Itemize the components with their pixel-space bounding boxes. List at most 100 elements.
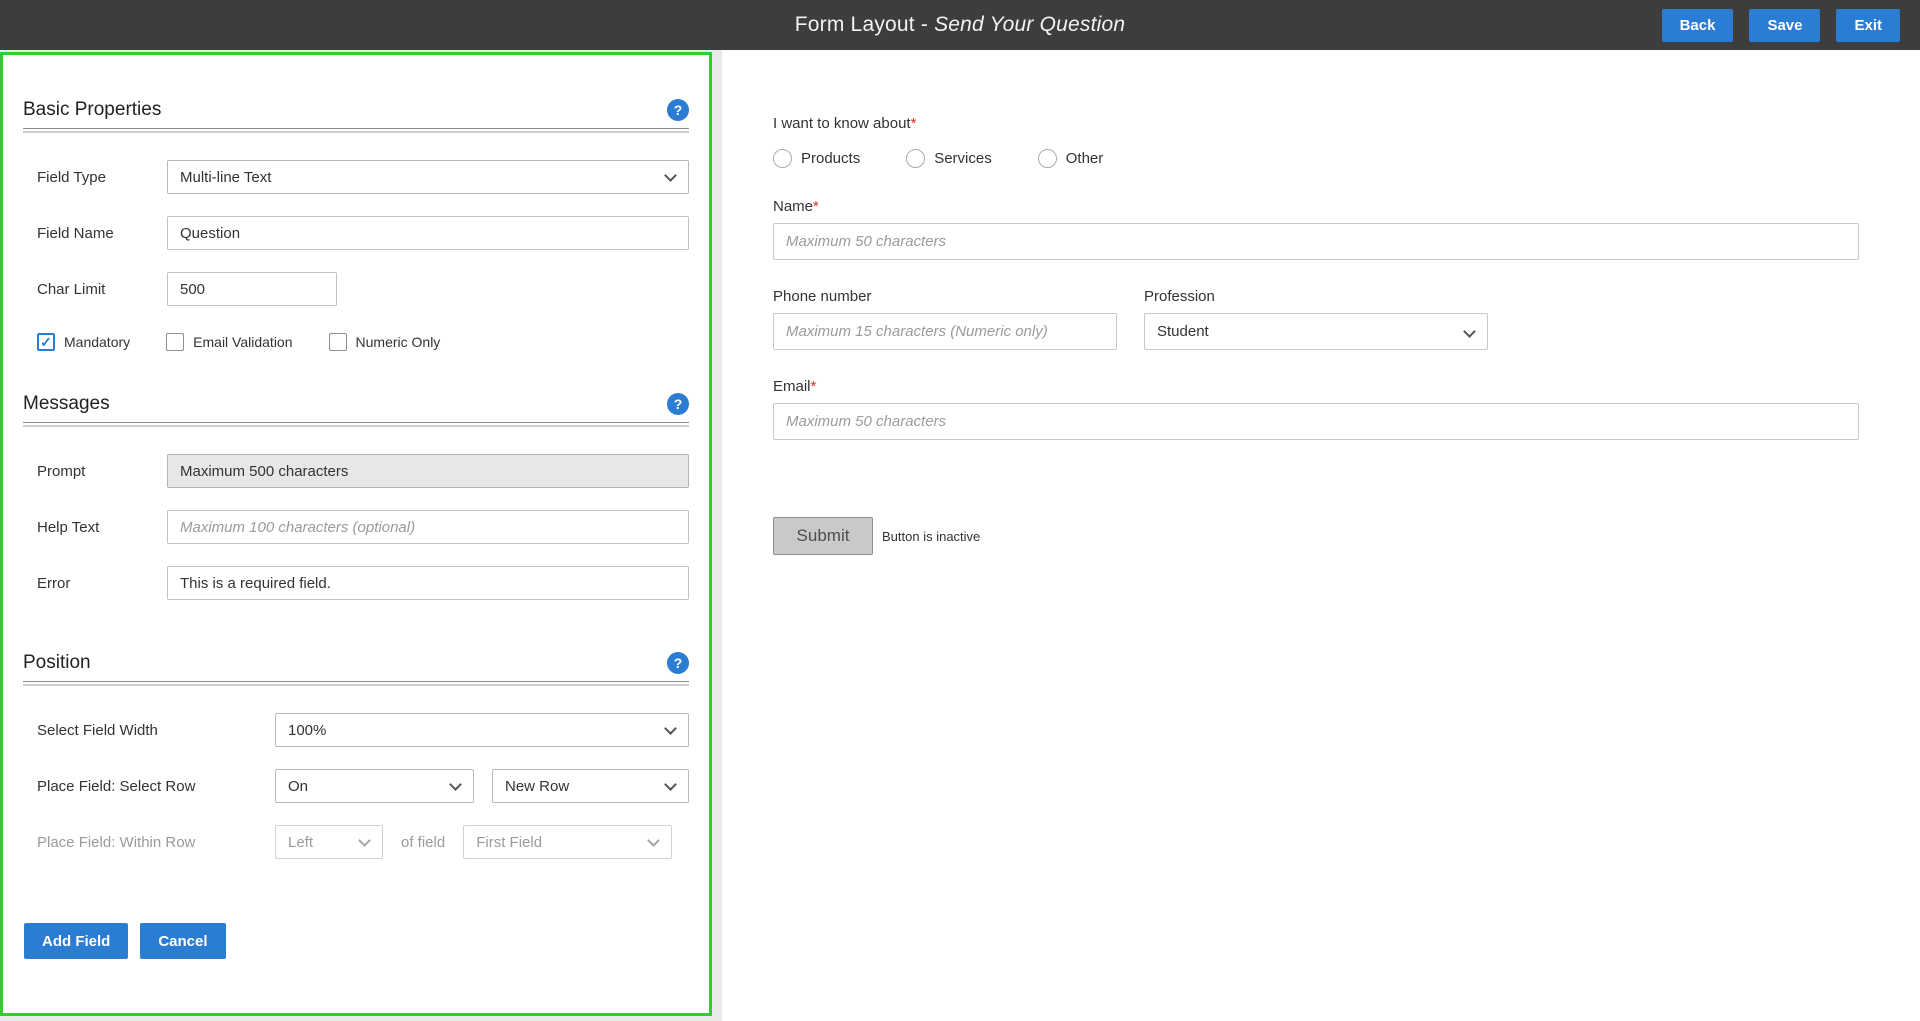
header-buttons: Back Save Exit: [1661, 8, 1920, 42]
profession-select[interactable]: Student: [1144, 313, 1488, 350]
form-preview-panel: I want to know about* Products Services …: [722, 50, 1920, 1021]
field-width-row: Select Field Width 100%: [37, 713, 689, 747]
email-label-text: Email: [773, 378, 811, 395]
help-text-input[interactable]: [167, 510, 689, 544]
select-row-mode-value: On: [288, 777, 309, 795]
field-type-label: Field Type: [37, 168, 106, 186]
chevron-down-icon: [647, 834, 661, 847]
within-row-label: Place Field: Within Row: [37, 833, 196, 851]
required-asterisk: *: [910, 115, 917, 132]
phone-input[interactable]: [773, 313, 1117, 350]
header-bar: Form Layout - Send Your Question Back Sa…: [0, 0, 1920, 50]
products-label: Products: [801, 150, 861, 167]
mandatory-checkbox[interactable]: ✓: [37, 333, 55, 351]
name-label-text: Name: [773, 198, 814, 215]
basic-properties-heading: Basic Properties: [23, 99, 162, 120]
within-row-side-select: Left: [275, 825, 383, 859]
select-row-target-select[interactable]: New Row: [492, 769, 689, 803]
error-label: Error: [37, 574, 71, 592]
position-section-header: Position ?: [23, 652, 689, 674]
prompt-row: Prompt: [37, 454, 689, 488]
back-button[interactable]: Back: [1661, 8, 1734, 42]
profession-label: Profession: [1144, 288, 1215, 305]
char-limit-input[interactable]: [167, 272, 337, 306]
phone-label: Phone number: [773, 288, 872, 305]
submit-inactive-note: Button is inactive: [882, 528, 981, 544]
cancel-button[interactable]: Cancel: [140, 923, 226, 959]
page-title: Form Layout - Send Your Question: [0, 13, 1920, 37]
field-type-select[interactable]: Multi-line Text: [167, 160, 689, 194]
chevron-down-icon: [449, 778, 462, 791]
products-radio[interactable]: [773, 149, 792, 168]
submit-row: Submit Button is inactive: [773, 517, 1920, 555]
help-icon[interactable]: ?: [667, 99, 689, 121]
error-row: Error: [37, 566, 689, 600]
section-divider: [23, 128, 689, 133]
section-divider: [23, 422, 689, 427]
other-radio[interactable]: [1037, 149, 1057, 168]
help-icon[interactable]: ?: [667, 652, 689, 674]
help-text-row: Help Text: [37, 510, 689, 544]
field-name-row: Field Name: [37, 216, 689, 250]
field-name-label: Field Name: [37, 224, 114, 242]
exit-button[interactable]: Exit: [1836, 8, 1900, 42]
messages-heading: Messages: [23, 393, 110, 414]
name-input[interactable]: [773, 223, 1859, 260]
mandatory-label: Mandatory: [64, 334, 131, 350]
char-limit-label: Char Limit: [37, 280, 106, 298]
numeric-only-label: Numeric Only: [355, 334, 441, 350]
email-label: Email*: [773, 378, 1920, 395]
email-input[interactable]: [773, 403, 1859, 440]
error-input[interactable]: [167, 566, 689, 600]
field-editor-panel: Basic Properties ? Field Type Multi-line…: [0, 52, 712, 1016]
help-text-label: Help Text: [37, 518, 100, 536]
know-about-label: I want to know about*: [773, 115, 1920, 132]
field-width-select[interactable]: 100%: [275, 713, 689, 747]
field-name-input[interactable]: [167, 216, 689, 250]
field-type-value: Multi-line Text: [180, 168, 272, 186]
phone-column: Phone number: [773, 288, 1117, 350]
page-title-prefix: Form Layout -: [794, 13, 935, 36]
section-divider: [23, 681, 689, 686]
char-limit-row: Char Limit: [37, 272, 689, 306]
services-label: Services: [934, 150, 992, 167]
help-icon[interactable]: ?: [667, 393, 689, 415]
services-radio[interactable]: [906, 149, 926, 168]
select-row-row: Place Field: Select Row On New Row: [37, 769, 689, 803]
prompt-input[interactable]: [167, 454, 689, 488]
page-title-form-name: Send Your Question: [934, 13, 1126, 36]
field-type-row: Field Type Multi-line Text: [37, 160, 689, 194]
chevron-down-icon: [1463, 325, 1476, 338]
app-window: Form Layout - Send Your Question Back Sa…: [0, 0, 1920, 1021]
editor-actions: Add Field Cancel: [24, 923, 689, 959]
required-asterisk: *: [810, 378, 817, 395]
select-row-target-value: New Row: [505, 777, 570, 795]
email-validation-label: Email Validation: [193, 334, 293, 350]
position-heading: Position: [23, 652, 91, 673]
within-row-connector-label: of field: [401, 833, 446, 851]
submit-button[interactable]: Submit: [773, 517, 873, 555]
select-row-label: Place Field: Select Row: [37, 777, 196, 795]
within-row-row: Place Field: Within Row Left of field Fi…: [37, 825, 689, 859]
know-about-options: Products Services Other: [773, 149, 1920, 168]
within-row-side-value: Left: [288, 833, 314, 851]
profession-column: Profession Student: [1144, 288, 1488, 350]
know-about-label-text: I want to know about: [773, 115, 911, 132]
add-field-button[interactable]: Add Field: [24, 923, 129, 959]
check-icon: ✓: [40, 334, 52, 350]
profession-value: Student: [1157, 323, 1209, 340]
within-row-field-value: First Field: [476, 833, 543, 851]
phone-profession-row: Phone number Profession Student: [773, 288, 1920, 350]
chevron-down-icon: [664, 778, 677, 791]
email-validation-checkbox[interactable]: [166, 333, 185, 351]
save-button[interactable]: Save: [1749, 8, 1821, 42]
numeric-only-checkbox[interactable]: [328, 333, 347, 351]
basic-properties-section-header: Basic Properties ?: [23, 99, 689, 121]
required-asterisk: *: [813, 198, 819, 215]
select-row-mode-select[interactable]: On: [275, 769, 474, 803]
chevron-down-icon: [664, 722, 677, 735]
name-label: Name*: [773, 198, 1920, 215]
chevron-down-icon: [664, 169, 677, 182]
chevron-down-icon: [358, 834, 371, 847]
validation-checkbox-row: ✓ Mandatory Email Validation Numeric Onl…: [37, 333, 689, 351]
